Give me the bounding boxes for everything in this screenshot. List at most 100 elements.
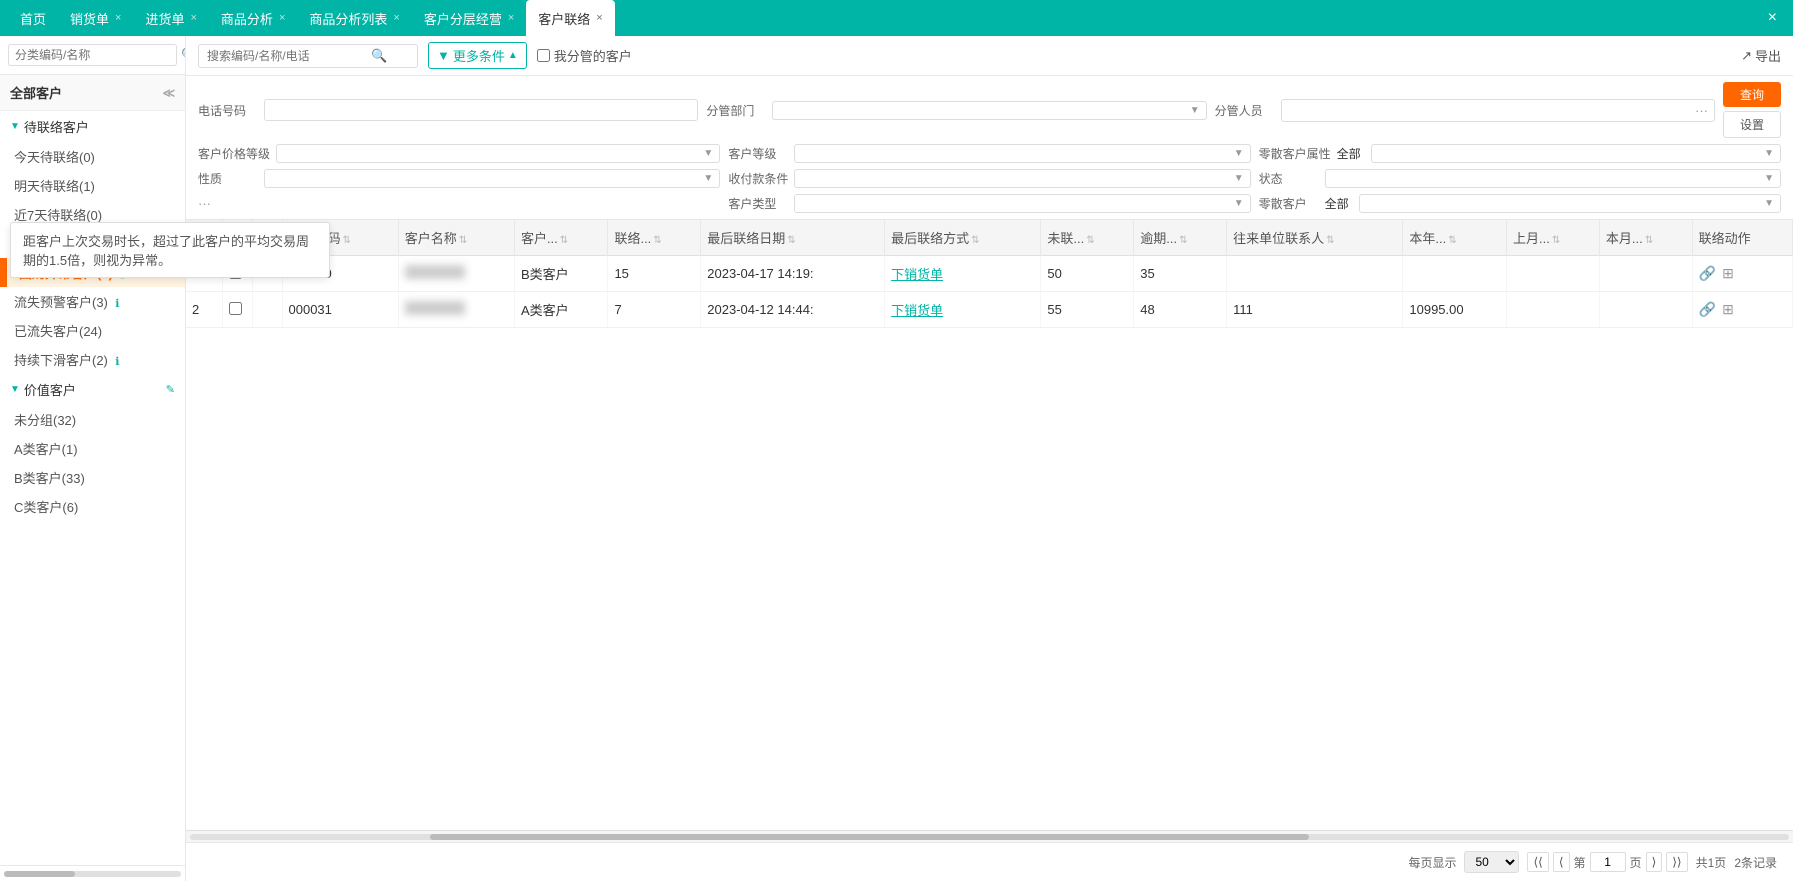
payment-select[interactable]: ▼ <box>794 169 1250 188</box>
td-uncontacted-2: 55 <box>1041 292 1134 328</box>
per-page-select[interactable]: 50 100 <box>1464 851 1519 873</box>
close-all-button[interactable]: × <box>1768 9 1777 27</box>
close-analysis-list-icon[interactable]: × <box>393 12 399 24</box>
edit-icon[interactable]: ✎ <box>166 383 175 396</box>
scroll-track[interactable] <box>190 834 1789 840</box>
dept-select[interactable]: ▼ <box>772 101 1206 120</box>
td-index-2: 2 <box>186 292 222 328</box>
nav-purchase[interactable]: 进货单 × <box>133 0 208 36</box>
sidebar-loss-warning[interactable]: 流失预警客户(3) ℹ <box>0 287 185 316</box>
td-code-2: 000031 <box>282 292 398 328</box>
th-this-month: 本月...⇅ <box>1599 220 1692 256</box>
sidebar-today-pending[interactable]: 今天待联络(0) <box>0 142 185 171</box>
manager-dots[interactable]: ··· <box>1695 103 1708 118</box>
last-method-link-2[interactable]: 下销货单 <box>891 303 943 318</box>
phone-input[interactable] <box>264 99 698 121</box>
link-icon-2[interactable]: 🔗 <box>1699 301 1716 318</box>
main-search-input[interactable] <box>207 49 367 63</box>
price-grade-select[interactable]: ▼ <box>276 144 720 163</box>
main-search-box: 🔍 <box>198 44 418 68</box>
nav-sales[interactable]: 销货单 × <box>58 0 133 36</box>
filter-cell-phone: 电话号码 <box>198 99 698 121</box>
sidebar-unclassified[interactable]: 未分组(32) <box>0 405 185 434</box>
sidebar-search-area: 🔍 <box>0 36 185 75</box>
page-first-button[interactable]: ⟨⟨ <box>1527 852 1548 872</box>
blurred-name-1 <box>405 265 465 279</box>
all-customers-section[interactable]: 全部客户 ≪ <box>0 75 185 111</box>
sort-overdue-icon: ⇅ <box>1179 235 1187 246</box>
query-button[interactable]: 查询 <box>1723 82 1781 107</box>
sort-code-icon: ⇅ <box>343 235 351 246</box>
value-group-label[interactable]: ▼ 价值客户 ✎ <box>0 374 185 405</box>
filter-cell-payment: 收付款条件 ▼ <box>728 169 1250 188</box>
sort-contact-icon: ⇅ <box>653 235 661 246</box>
nature-select[interactable]: ▼ <box>264 169 720 188</box>
export-icon: ↗ <box>1741 48 1752 64</box>
info-icon2[interactable]: ℹ <box>115 298 119 310</box>
sidebar-search-input[interactable] <box>8 44 177 66</box>
dept-chevron-icon: ▼ <box>1190 105 1200 116</box>
horizontal-scrollbar[interactable] <box>186 830 1793 842</box>
manager-label: 分管人员 <box>1215 102 1275 119</box>
status-select[interactable]: ▼ <box>1325 169 1781 188</box>
nav-customer-segment[interactable]: 客户分层经营 × <box>412 0 526 36</box>
nav-home[interactable]: 首页 <box>8 0 58 36</box>
td-actions-1: 🔗 ⊞ <box>1692 256 1792 292</box>
link-icon-1[interactable]: 🔗 <box>1699 265 1716 282</box>
my-customers-checkbox[interactable] <box>537 49 550 62</box>
th-actions: 联络动作 <box>1692 220 1792 256</box>
th-contact: 联络...⇅ <box>608 220 701 256</box>
grade-select[interactable]: ▼ <box>794 144 1250 163</box>
page-prev-button[interactable]: ⟨ <box>1553 852 1570 872</box>
grid-icon-2[interactable]: ⊞ <box>1722 301 1734 318</box>
sidebar-declining[interactable]: 持续下滑客户(2) ℹ <box>0 345 185 374</box>
sidebar-tomorrow-pending[interactable]: 明天待联络(1) <box>0 171 185 200</box>
sidebar: 🔍 全部客户 ≪ ▼ 待联络客户 今天待联络(0) 明天待联络(1) 近7天待联… <box>0 36 186 881</box>
sidebar-class-b[interactable]: B类客户(33) <box>0 463 185 492</box>
customer-type-select[interactable]: ▼ <box>794 194 1250 213</box>
scroll-thumb[interactable] <box>430 834 1309 840</box>
td-company-2: 111 <box>1227 292 1403 328</box>
manager-select[interactable]: ··· <box>1281 99 1715 122</box>
collapse-icon[interactable]: ≪ <box>162 86 175 100</box>
sidebar-class-c[interactable]: C类客户(6) <box>0 492 185 521</box>
my-customers-checkbox-area: 我分管的客户 <box>537 46 632 65</box>
settings-button[interactable]: 设置 <box>1723 111 1781 138</box>
main-search-icon[interactable]: 🔍 <box>371 48 387 64</box>
total-records: 2条记录 <box>1734 854 1777 871</box>
top-nav: 首页 销货单 × 进货单 × 商品分析 × 商品分析列表 × 客户分层经营 × … <box>0 0 1793 36</box>
sidebar-already-lost[interactable]: 已流失客户(24) <box>0 316 185 345</box>
table-row: 2 000031 A类客户 7 2023-04-12 14:44: 下销货单 5… <box>186 292 1793 328</box>
td-lastmonth-2 <box>1507 292 1600 328</box>
info-icon3[interactable]: ℹ <box>115 356 119 368</box>
page-last-button[interactable]: ⟩⟩ <box>1666 852 1687 872</box>
retail-select[interactable]: ▼ <box>1359 194 1781 213</box>
sidebar-class-a[interactable]: A类客户(1) <box>0 434 185 463</box>
more-dots[interactable]: ··· <box>198 196 211 211</box>
close-segment-icon[interactable]: × <box>508 12 514 24</box>
close-analysis-icon[interactable]: × <box>279 12 285 24</box>
grid-icon-1[interactable]: ⊞ <box>1722 265 1734 282</box>
page-input[interactable] <box>1590 852 1626 872</box>
export-button[interactable]: ↗ 导出 <box>1741 46 1781 65</box>
filter-row-3: 性质 ▼ 收付款条件 ▼ 状态 <box>198 169 1781 188</box>
row2-checkbox[interactable] <box>229 302 242 315</box>
filter-cell-retail-attr: 零散客户属性 全部 ▼ <box>1259 144 1781 163</box>
th-grade: 客户...⇅ <box>514 220 608 256</box>
close-contact-icon[interactable]: × <box>596 12 602 24</box>
nav-analysis[interactable]: 商品分析 × <box>209 0 297 36</box>
last-method-link-1[interactable]: 下销货单 <box>891 267 943 282</box>
more-conditions-button[interactable]: ▼ 更多条件 ▲ <box>428 42 527 69</box>
retail-attr-select[interactable]: ▼ <box>1371 144 1781 163</box>
payment-label: 收付款条件 <box>728 170 788 187</box>
sidebar-bottom-scroll <box>0 865 185 881</box>
value-triangle-icon: ▼ <box>10 384 20 395</box>
page-next-button[interactable]: ⟩ <box>1646 852 1663 872</box>
pending-group-label[interactable]: ▼ 待联络客户 <box>0 111 185 142</box>
close-purchase-icon[interactable]: × <box>190 12 196 24</box>
close-sales-icon[interactable]: × <box>115 12 121 24</box>
retail-label: 零散客户 <box>1259 195 1319 212</box>
my-customers-label: 我分管的客户 <box>554 46 632 65</box>
nav-customer-contact[interactable]: 客户联络 × <box>526 0 614 36</box>
nav-analysis-list[interactable]: 商品分析列表 × <box>297 0 411 36</box>
